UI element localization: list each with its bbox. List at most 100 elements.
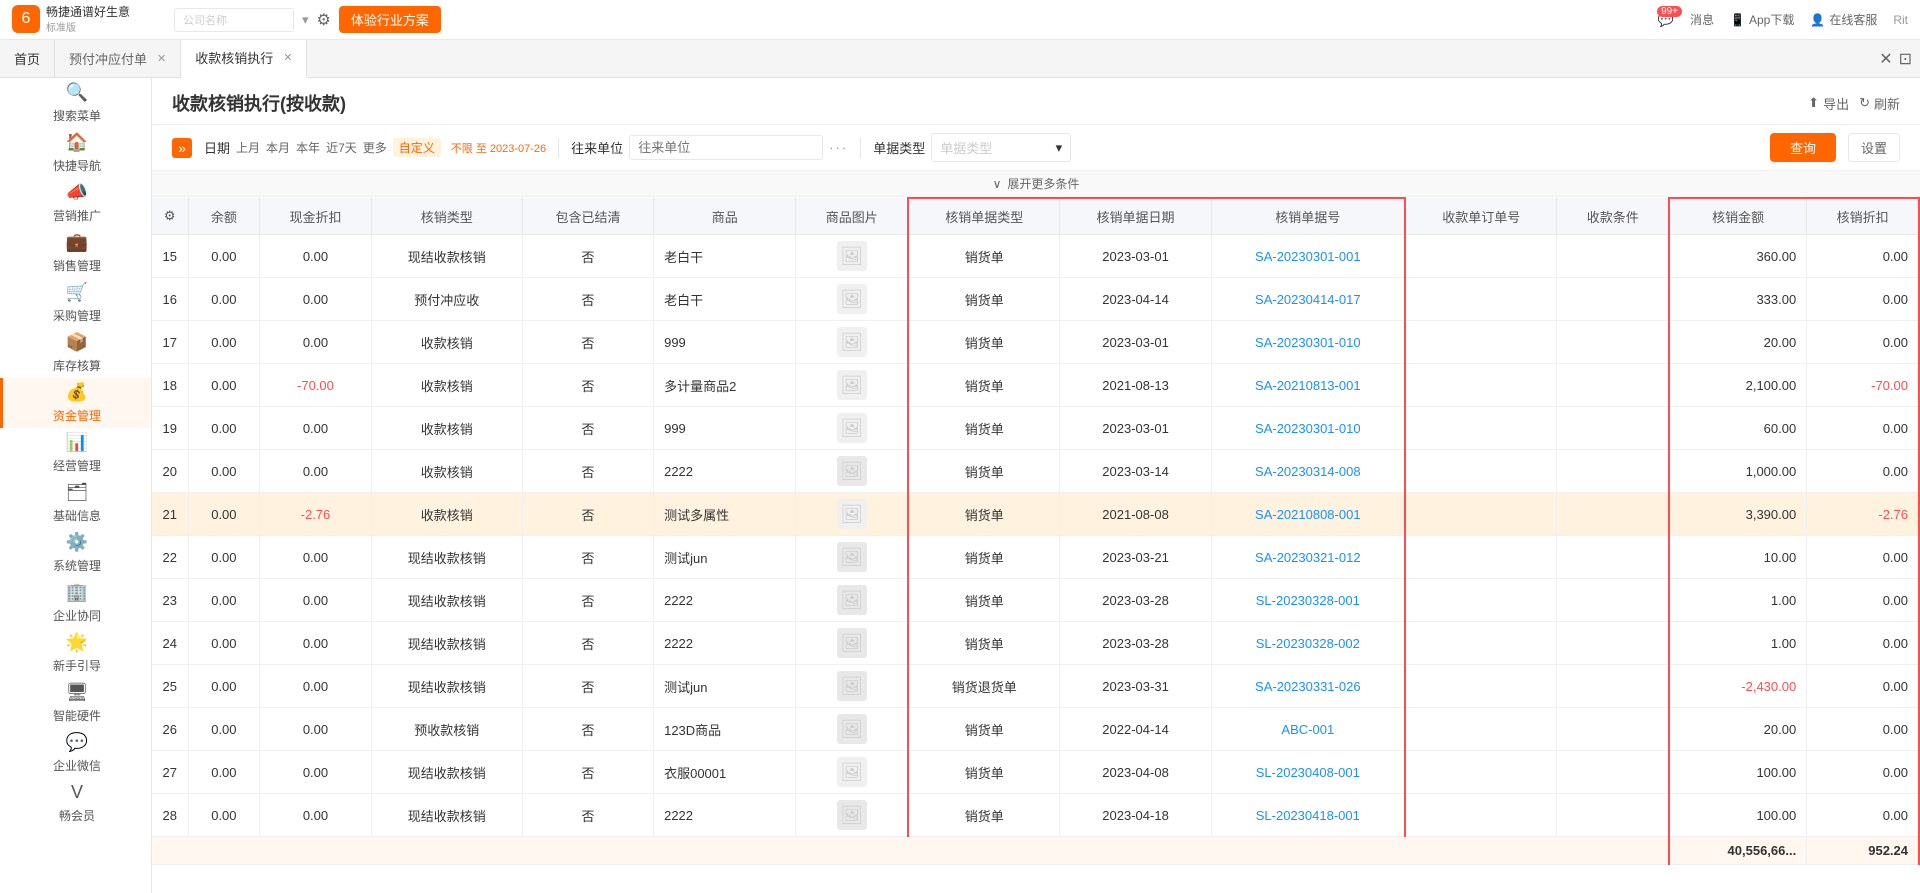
online-service-link[interactable]: 👤 在线客服 xyxy=(1810,11,1877,28)
window-maximize-icon[interactable]: ⊡ xyxy=(1899,49,1912,69)
cell-goods-image[interactable]: 🖼 xyxy=(796,536,908,579)
sidebar-item-sales[interactable]: 💼 销售管理 xyxy=(0,228,151,278)
cell-goods-image[interactable]: 🖼 xyxy=(796,321,908,364)
bill-no-link[interactable]: ABC-001 xyxy=(1281,722,1334,737)
date-opt-more[interactable]: 更多 xyxy=(363,139,387,156)
cell-goods-image[interactable]: 🖼 xyxy=(796,708,908,751)
sidebar-item-finance[interactable]: 💰 资金管理 xyxy=(0,378,151,428)
tab-prepay-close[interactable]: ✕ xyxy=(157,52,166,65)
goods-image-thumbnail[interactable]: 🖼 xyxy=(837,628,867,658)
cell-included-cleared: 否 xyxy=(522,622,653,665)
company-dropdown-icon[interactable]: ▾ xyxy=(302,12,309,28)
cell-bill-type: 销货单 xyxy=(908,364,1060,407)
sidebar-item-inventory[interactable]: 📦 库存核算 xyxy=(0,328,151,378)
cell-bill-no[interactable]: SA-20230314-008 xyxy=(1211,450,1405,493)
counterparty-dots[interactable]: ··· xyxy=(829,140,848,155)
date-opt-last-month[interactable]: 上月 xyxy=(236,139,260,156)
cell-bill-no[interactable]: SA-20210813-001 xyxy=(1211,364,1405,407)
sidebar-item-system[interactable]: ⚙️ 系统管理 xyxy=(0,528,151,578)
cell-cash-discount: 0.00 xyxy=(260,579,371,622)
sidebar-item-search[interactable]: 🔍 搜索菜单 xyxy=(0,78,151,128)
setting-button[interactable]: 设置 xyxy=(1848,133,1900,162)
goods-image-thumbnail[interactable]: 🖼 xyxy=(837,542,867,572)
goods-image-placeholder: 🖼 xyxy=(837,757,867,787)
bill-no-link[interactable]: SA-20230331-026 xyxy=(1255,679,1361,694)
goods-image-thumbnail[interactable]: 🖼 xyxy=(837,671,867,701)
sidebar-item-wechat[interactable]: 💬 企业微信 xyxy=(0,728,151,778)
sidebar-item-enterprise[interactable]: 🏢 企业协同 xyxy=(0,578,151,628)
cell-goods-image[interactable]: 🖼 xyxy=(796,278,908,321)
tab-prepay[interactable]: 预付冲应付单 ✕ xyxy=(55,40,181,78)
message-icon[interactable]: 💬 99+ xyxy=(1658,12,1674,28)
cell-bill-no[interactable]: SL-20230408-001 xyxy=(1211,751,1405,794)
goods-image-thumbnail[interactable]: 🖼 xyxy=(837,800,867,830)
tab-home[interactable]: 首页 xyxy=(0,40,55,78)
cell-bill-no[interactable]: SA-20230321-012 xyxy=(1211,536,1405,579)
date-opt-this-month[interactable]: 本月 xyxy=(266,139,290,156)
table-container[interactable]: ⚙ 余额 现金折扣 核销类型 包含已结清 商品 商品图片 核销单据类型 核销单据… xyxy=(152,197,1920,893)
bill-no-link[interactable]: SL-20230418-001 xyxy=(1256,808,1360,823)
bill-no-link[interactable]: SA-20230301-010 xyxy=(1255,421,1361,436)
bill-no-link[interactable]: SA-20230414-017 xyxy=(1255,292,1361,307)
trial-button[interactable]: 体验行业方案 xyxy=(339,6,441,33)
cell-goods-image[interactable]: 🖼 xyxy=(796,235,908,278)
gear-icon[interactable]: ⚙ xyxy=(317,10,331,30)
cell-bill-no[interactable]: SA-20230301-001 xyxy=(1211,235,1405,278)
sidebar-item-shortcut[interactable]: 🏠 快捷导航 xyxy=(0,128,151,178)
bill-no-link[interactable]: SA-20230301-010 xyxy=(1255,335,1361,350)
settings-icon[interactable]: ⚙ xyxy=(164,208,176,223)
cell-bill-no[interactable]: SL-20230328-001 xyxy=(1211,579,1405,622)
sidebar-item-marketing[interactable]: 📣 营销推广 xyxy=(0,178,151,228)
cell-bill-no[interactable]: ABC-001 xyxy=(1211,708,1405,751)
sidebar-item-smart[interactable]: 🖥 智能硬件 xyxy=(0,678,151,728)
bill-no-link[interactable]: SA-20230314-008 xyxy=(1255,464,1361,479)
cell-goods-image[interactable]: 🖼 xyxy=(796,493,908,536)
company-name-input[interactable]: 公司名称 xyxy=(174,8,294,32)
bill-no-link[interactable]: SA-20210813-001 xyxy=(1255,378,1361,393)
bill-type-select[interactable]: 单据类型 ▾ xyxy=(931,133,1071,162)
bill-no-link[interactable]: SL-20230328-001 xyxy=(1256,593,1360,608)
sidebar-item-operation[interactable]: 📊 经营管理 xyxy=(0,428,151,478)
col-settings[interactable]: ⚙ xyxy=(152,198,188,235)
window-minimize-icon[interactable]: ✕ xyxy=(1879,49,1892,69)
cell-goods-image[interactable]: 🖼 xyxy=(796,364,908,407)
query-button[interactable]: 查询 xyxy=(1770,133,1836,162)
cell-bill-no[interactable]: SA-20230301-010 xyxy=(1211,321,1405,364)
cell-bill-no[interactable]: SL-20230418-001 xyxy=(1211,794,1405,837)
goods-image-thumbnail[interactable]: 🖼 xyxy=(837,585,867,615)
cell-bill-no[interactable]: SA-20230331-026 xyxy=(1211,665,1405,708)
bill-no-link[interactable]: SA-20210808-001 xyxy=(1255,507,1361,522)
cell-bill-no[interactable]: SA-20210808-001 xyxy=(1211,493,1405,536)
cell-goods-image[interactable]: 🖼 xyxy=(796,665,908,708)
tab-collection[interactable]: 收款核销执行 ✕ xyxy=(181,40,307,78)
bill-no-link[interactable]: SL-20230328-002 xyxy=(1256,636,1360,651)
cell-goods-image[interactable]: 🖼 xyxy=(796,407,908,450)
app-download-link[interactable]: 📱 App下载 xyxy=(1730,11,1794,28)
bill-no-link[interactable]: SL-20230408-001 xyxy=(1256,765,1360,780)
cell-goods-image[interactable]: 🖼 xyxy=(796,794,908,837)
export-button[interactable]: ⬆ 导出 xyxy=(1808,94,1849,113)
cell-goods-image[interactable]: 🖼 xyxy=(796,579,908,622)
refresh-button[interactable]: ↻ 刷新 xyxy=(1859,94,1900,113)
sidebar-item-newbie[interactable]: 🌟 新手引导 xyxy=(0,628,151,678)
cell-goods-image[interactable]: 🖼 xyxy=(796,622,908,665)
cell-goods-image[interactable]: 🖼 xyxy=(796,450,908,493)
expand-more-bar[interactable]: ∨ 展开更多条件 xyxy=(152,171,1920,197)
expand-button[interactable]: » xyxy=(172,138,192,158)
counterparty-input[interactable] xyxy=(629,135,823,160)
cell-goods-image[interactable]: 🖼 xyxy=(796,751,908,794)
goods-image-thumbnail[interactable]: 🖼 xyxy=(837,714,867,744)
cell-bill-no[interactable]: SL-20230328-002 xyxy=(1211,622,1405,665)
cell-bill-no[interactable]: SA-20230301-010 xyxy=(1211,407,1405,450)
bill-no-link[interactable]: SA-20230321-012 xyxy=(1255,550,1361,565)
sidebar-item-member[interactable]: V 畅会员 xyxy=(0,778,151,828)
goods-image-thumbnail[interactable]: 🖼 xyxy=(837,456,867,486)
date-opt-7days[interactable]: 近7天 xyxy=(326,139,357,156)
date-opt-this-year[interactable]: 本年 xyxy=(296,139,320,156)
date-opt-custom[interactable]: 自定义 xyxy=(393,138,441,157)
bill-no-link[interactable]: SA-20230301-001 xyxy=(1255,249,1361,264)
sidebar-item-basic[interactable]: 🗂 基础信息 xyxy=(0,478,151,528)
sidebar-item-purchase[interactable]: 🛒 采购管理 xyxy=(0,278,151,328)
tab-collection-close[interactable]: ✕ xyxy=(283,51,292,64)
cell-bill-no[interactable]: SA-20230414-017 xyxy=(1211,278,1405,321)
